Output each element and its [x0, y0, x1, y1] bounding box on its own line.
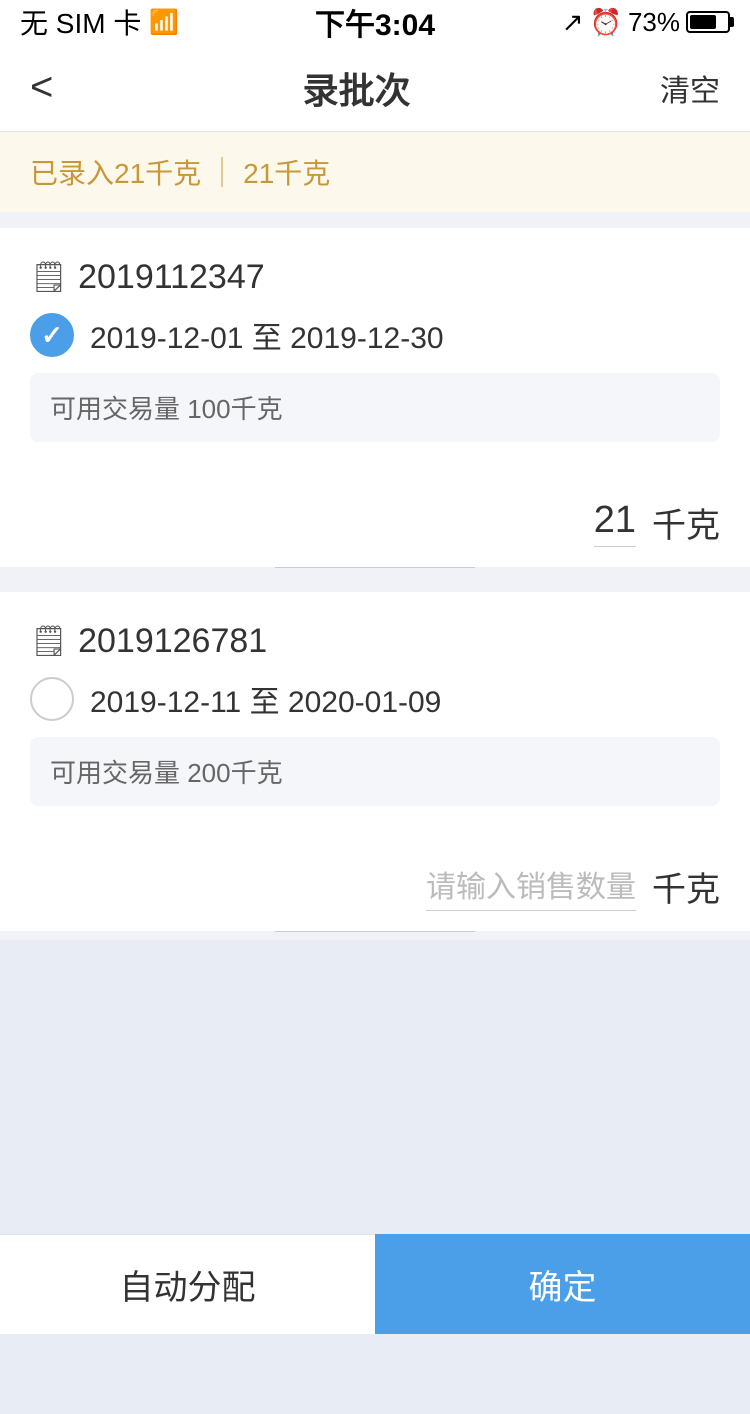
battery-icon	[686, 11, 730, 33]
recorded-label: 已录入21千克	[30, 152, 201, 192]
back-button[interactable]: <	[30, 65, 53, 110]
first-item-id: 2019112347	[78, 258, 265, 297]
second-item-unit: 千克	[652, 862, 720, 911]
time-display: 下午3:04	[315, 0, 435, 44]
first-item-header: 🗒 2019112347	[30, 258, 720, 297]
document-icon: 🗒	[30, 260, 68, 295]
first-item-quantity-row: 21 千克	[0, 478, 750, 567]
carrier-text: 无 SIM 卡	[20, 2, 141, 42]
info-banner: 已录入21千克 21千克	[0, 132, 750, 212]
first-separator	[275, 567, 475, 568]
battery-fill	[690, 15, 716, 29]
first-item-card: 🗒 2019112347 2019-12-01 至 2019-12-30 可用交…	[0, 228, 750, 478]
second-item-placeholder[interactable]: 请输入销售数量	[426, 871, 636, 904]
auto-assign-button[interactable]: 自动分配	[0, 1234, 375, 1334]
confirm-button[interactable]: 确定	[375, 1234, 750, 1334]
first-item-quantity-value[interactable]: 21	[594, 499, 636, 541]
battery-percent: 73%	[628, 7, 680, 38]
first-item-radio[interactable]	[30, 313, 74, 357]
second-item-radio[interactable]	[30, 677, 74, 721]
status-right: ↗ ⏰ 73%	[562, 7, 730, 38]
second-item-card: 🗒 2019126781 2019-12-11 至 2020-01-09 可用交…	[0, 592, 750, 842]
second-item-row[interactable]: 2019-12-11 至 2020-01-09	[30, 677, 720, 721]
second-separator	[275, 931, 475, 932]
second-item-id: 2019126781	[78, 622, 267, 661]
first-item-row[interactable]: 2019-12-01 至 2019-12-30	[30, 313, 720, 357]
second-item-date: 2019-12-11 至 2020-01-09	[90, 677, 441, 721]
first-item-input-wrapper: 21 千克	[594, 498, 720, 547]
location-icon: ↗	[562, 7, 584, 38]
first-item-input-underline: 21	[594, 499, 636, 547]
second-item-input-wrapper: 请输入销售数量 千克	[426, 862, 720, 911]
second-item-quantity-row: 请输入销售数量 千克	[0, 842, 750, 931]
second-item-input-underline: 请输入销售数量	[426, 862, 636, 911]
first-item-availability-box: 可用交易量 100千克	[30, 373, 720, 442]
first-item-availability: 可用交易量 100千克	[50, 394, 283, 424]
first-item-date: 2019-12-01 至 2019-12-30	[90, 313, 444, 357]
status-left: 无 SIM 卡 📶	[20, 2, 179, 42]
recorded-value: 21千克	[243, 152, 330, 192]
second-item-header: 🗒 2019126781	[30, 622, 720, 661]
second-item-availability: 可用交易量 200千克	[50, 758, 283, 788]
clear-button[interactable]: 清空	[660, 66, 720, 110]
page-title: 录批次	[303, 62, 411, 114]
second-item-availability-box: 可用交易量 200千克	[30, 737, 720, 806]
empty-area	[0, 940, 750, 1414]
first-item-unit: 千克	[652, 498, 720, 547]
bottom-bar: 自动分配 确定	[0, 1234, 750, 1334]
alarm-icon: ⏰	[590, 7, 622, 38]
card-divider	[0, 576, 750, 592]
banner-divider	[221, 157, 223, 187]
nav-bar: < 录批次 清空	[0, 44, 750, 132]
wifi-icon: 📶	[149, 8, 179, 37]
status-bar: 无 SIM 卡 📶 下午3:04 ↗ ⏰ 73%	[0, 0, 750, 44]
document-icon-2: 🗒	[30, 624, 68, 659]
